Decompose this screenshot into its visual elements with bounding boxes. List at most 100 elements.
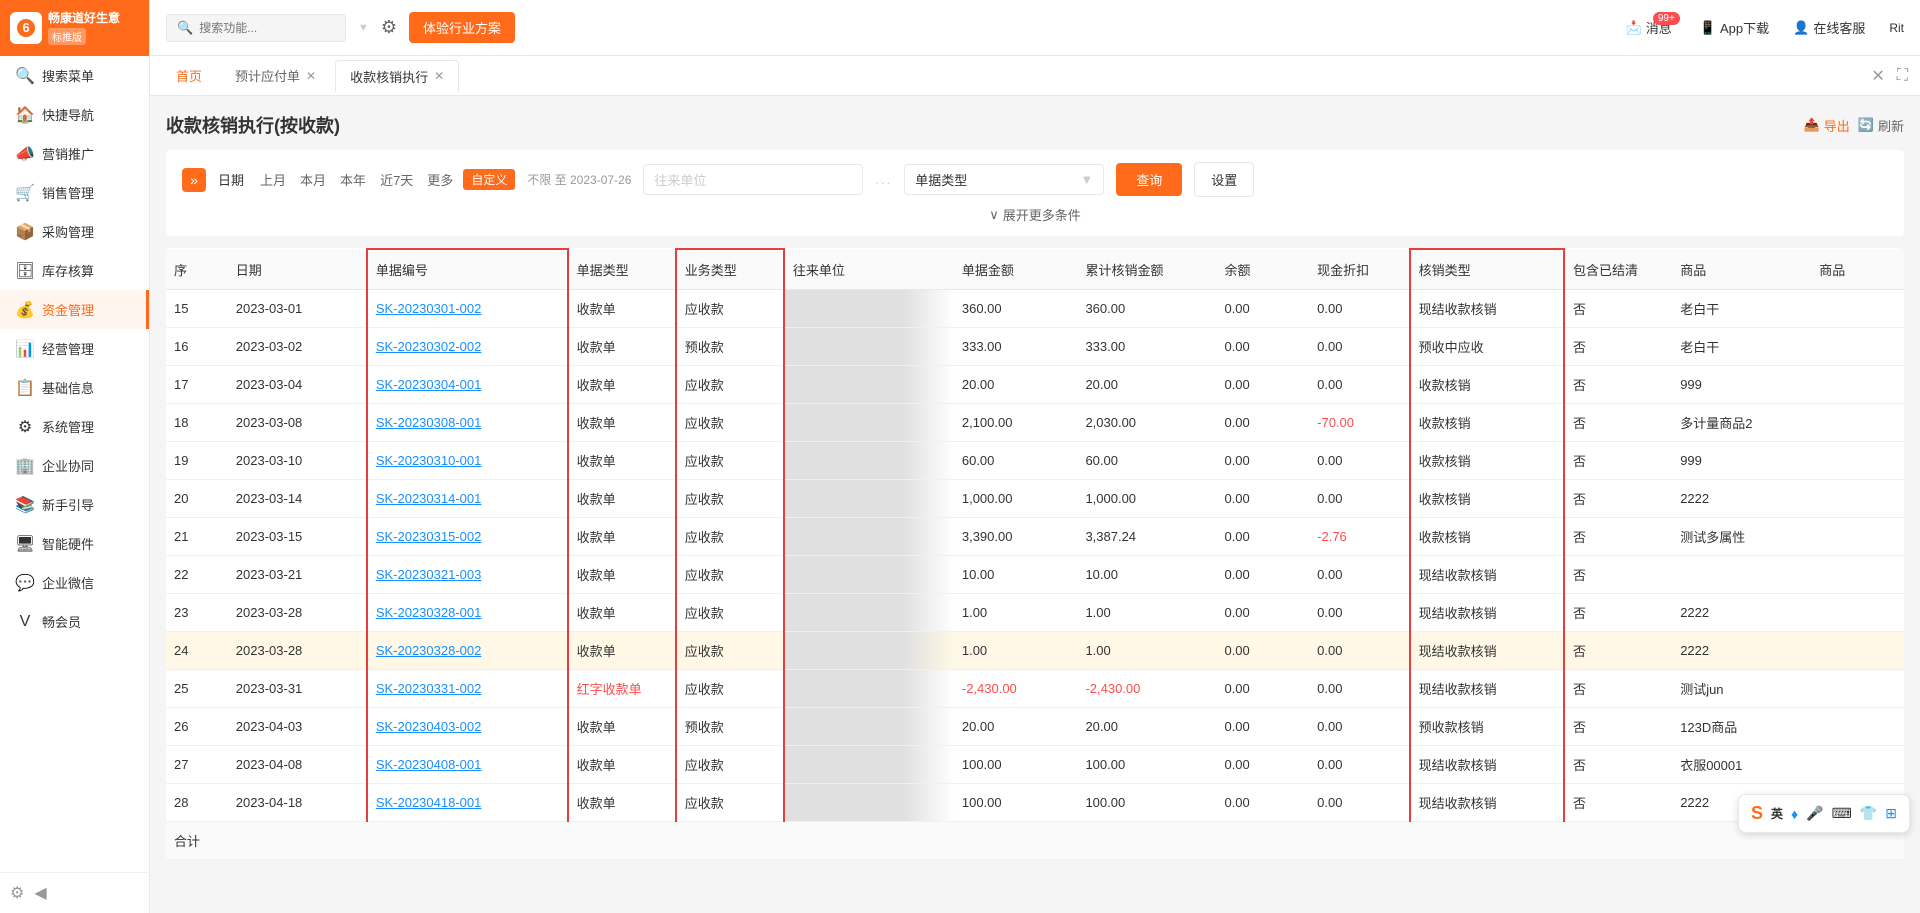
sidebar-item-finance[interactable]: 💰资金管理 xyxy=(0,290,149,329)
cell-bill-no[interactable]: SK-20230310-001 xyxy=(367,442,568,480)
cell-discount: 0.00 xyxy=(1309,670,1409,708)
filter-date-7days[interactable]: 近7天 xyxy=(376,168,417,191)
cell-product: 2222 xyxy=(1672,594,1811,632)
cell-discount: 0.00 xyxy=(1309,632,1409,670)
refresh-button[interactable]: 🔄 刷新 xyxy=(1858,116,1904,135)
sidebar-item-inventory[interactable]: 🗄库存核算 xyxy=(0,251,149,290)
cell-bill-no[interactable]: SK-20230321-003 xyxy=(367,556,568,594)
tab-pre-bill[interactable]: 预计应付单 ✕ xyxy=(220,59,331,92)
search-input[interactable] xyxy=(199,21,319,35)
cell-bill-type: 收款单 xyxy=(568,594,676,632)
settings-gear-icon[interactable]: ⚙ xyxy=(381,17,397,38)
sidebar-item-member[interactable]: V畅会员 xyxy=(0,602,149,641)
cell-num: 22 xyxy=(166,556,228,594)
cell-biz-type: 应收款 xyxy=(676,404,784,442)
sidebar-item-sales[interactable]: 🛒销售管理 xyxy=(0,173,149,212)
cell-bill-no[interactable]: SK-20230304-001 xyxy=(367,366,568,404)
cell-bill-no[interactable]: SK-20230301-002 xyxy=(367,290,568,328)
sidebar-item-quick-nav[interactable]: 🏠快捷导航 xyxy=(0,95,149,134)
topbar-app-button[interactable]: 📱 App下载 xyxy=(1700,18,1769,37)
cell-amount: 1.00 xyxy=(954,632,1078,670)
cell-num: 20 xyxy=(166,480,228,518)
tab-home[interactable]: 首页 xyxy=(162,60,216,91)
cell-bill-no[interactable]: SK-20230308-001 xyxy=(367,404,568,442)
cell-balance: 0.00 xyxy=(1216,784,1309,822)
cell-biz-type: 应收款 xyxy=(676,632,784,670)
sidebar-item-corp[interactable]: 🏢企业协同 xyxy=(0,446,149,485)
filter-toggle-button[interactable]: » xyxy=(182,168,206,192)
app-label: App下载 xyxy=(1720,18,1769,37)
sidebar-item-marketing[interactable]: 📣营销推广 xyxy=(0,134,149,173)
cell-write-type: 现结收款核销 xyxy=(1410,746,1564,784)
settings-icon[interactable]: ⚙ xyxy=(10,883,24,903)
sougou-keyboard-icon[interactable]: ⌨ xyxy=(1832,805,1852,822)
cell-bill-no[interactable]: SK-20230403-002 xyxy=(367,708,568,746)
tab-pre-bill-close-icon[interactable]: ✕ xyxy=(306,69,316,83)
cell-num: 19 xyxy=(166,442,228,480)
query-button[interactable]: 查询 xyxy=(1116,163,1182,196)
sidebar-item-system[interactable]: ⚙系统管理 xyxy=(0,407,149,446)
sougou-grid-icon[interactable]: ⊞ xyxy=(1885,805,1897,822)
cell-unit: ██████ xyxy=(784,480,954,518)
topbar-message-button[interactable]: 📩 消息 99+ xyxy=(1626,18,1672,37)
topbar-search-box[interactable]: 🔍 xyxy=(166,14,346,42)
filter-area: » 日期 上月 本月 本年 近7天 更多 自定义 不限 至 2023-07-26… xyxy=(166,150,1904,236)
col-header-num: 序 xyxy=(166,249,228,290)
cell-bill-no[interactable]: SK-20230331-002 xyxy=(367,670,568,708)
topbar-service-button[interactable]: 👤 在线客服 xyxy=(1793,18,1865,37)
cell-date: 2023-03-01 xyxy=(228,290,367,328)
filter-expand-button[interactable]: ∨ 展开更多条件 xyxy=(182,205,1888,224)
cell-bill-no[interactable]: SK-20230418-001 xyxy=(367,784,568,822)
filter-date-more[interactable]: 更多 xyxy=(423,168,457,191)
cell-product2 xyxy=(1811,556,1904,594)
cell-balance: 0.00 xyxy=(1216,404,1309,442)
filter-date-last-month[interactable]: 上月 xyxy=(256,168,290,191)
sidebar-item-purchase[interactable]: 📦采购管理 xyxy=(0,212,149,251)
tab-expand-icon[interactable]: ⛶ xyxy=(1897,67,1908,85)
topbar-dropdown[interactable]: ▼ xyxy=(358,22,369,34)
filter-custom-button[interactable]: 自定义 xyxy=(463,169,515,190)
filter-type-chevron-icon: ▼ xyxy=(1080,172,1093,187)
sidebar-item-basic[interactable]: 📋基础信息 xyxy=(0,368,149,407)
filter-type-dropdown[interactable]: 单据类型 ▼ xyxy=(904,164,1104,195)
sidebar-item-label: 畅会员 xyxy=(42,612,81,631)
collapse-icon[interactable]: ◀ xyxy=(34,883,46,903)
cell-bill-type: 收款单 xyxy=(568,404,676,442)
cell-write-type: 收款核销 xyxy=(1410,518,1564,556)
table-scroll-area[interactable]: 序 日期 单据编号 单据类型 业务类型 往来单位 单据金额 累计核销金额 余额 … xyxy=(166,248,1904,860)
cell-write-type: 收款核销 xyxy=(1410,366,1564,404)
cell-write-type: 现结收款核销 xyxy=(1410,594,1564,632)
cell-bill-no[interactable]: SK-20230408-001 xyxy=(367,746,568,784)
sougou-label: 英 xyxy=(1771,805,1783,822)
sougou-dot-icon[interactable]: ♦ xyxy=(1791,806,1798,822)
cell-product: 999 xyxy=(1672,442,1811,480)
sidebar-item-search[interactable]: 🔍搜索菜单 xyxy=(0,56,149,95)
sidebar-item-wechat[interactable]: 💬企业微信 xyxy=(0,563,149,602)
sougou-mic-icon[interactable]: 🎤 xyxy=(1806,805,1823,822)
cell-bill-no[interactable]: SK-20230328-001 xyxy=(367,594,568,632)
filter-date-this-year[interactable]: 本年 xyxy=(336,168,370,191)
sidebar-item-operation[interactable]: 📊经营管理 xyxy=(0,329,149,368)
setting-button[interactable]: 设置 xyxy=(1194,162,1254,197)
tab-write-off-close-icon[interactable]: ✕ xyxy=(434,69,444,83)
tab-write-off[interactable]: 收款核销执行 ✕ xyxy=(335,60,459,93)
tab-close-all-icon[interactable]: ✕ xyxy=(1871,66,1884,86)
industry-solution-button[interactable]: 体验行业方案 xyxy=(409,12,515,43)
filter-date-this-month[interactable]: 本月 xyxy=(296,168,330,191)
table-row: 212023-03-15SK-20230315-002收款单应收款██████3… xyxy=(166,518,1904,556)
cell-bill-no[interactable]: SK-20230328-002 xyxy=(367,632,568,670)
cell-unit: ██████ xyxy=(784,328,954,366)
cell-bill-no[interactable]: SK-20230302-002 xyxy=(367,328,568,366)
cell-biz-type: 应收款 xyxy=(676,366,784,404)
sougou-shirt-icon[interactable]: 👕 xyxy=(1860,805,1877,822)
export-button[interactable]: 📤 导出 xyxy=(1804,116,1850,135)
filter-unit-input[interactable]: 往来单位 xyxy=(643,164,863,195)
cell-bill-no[interactable]: SK-20230314-001 xyxy=(367,480,568,518)
cell-amount: -2,430.00 xyxy=(954,670,1078,708)
cell-unit: ██████ xyxy=(784,290,954,328)
sidebar-item-hardware[interactable]: 🖥智能硬件 xyxy=(0,524,149,563)
sidebar-item-guide[interactable]: 📚新手引导 xyxy=(0,485,149,524)
topbar-user[interactable]: Rit xyxy=(1889,21,1904,35)
cell-bill-no[interactable]: SK-20230315-002 xyxy=(367,518,568,556)
cell-cumulative: 1.00 xyxy=(1077,632,1216,670)
